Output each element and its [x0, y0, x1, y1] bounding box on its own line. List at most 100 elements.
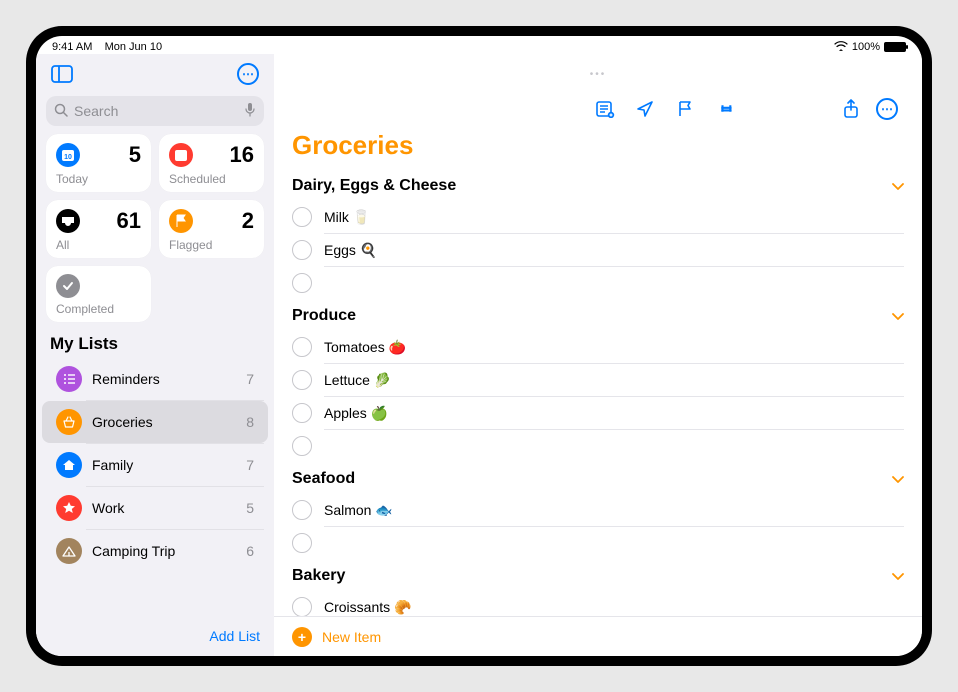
list-item-label: Reminders [92, 371, 160, 387]
screen: 9:41 AM Mon Jun 10 100% [36, 36, 922, 656]
reminder-title: Croissants 🥐 [324, 599, 411, 616]
list-item-label: Work [92, 500, 124, 516]
reminder-title: Eggs 🍳 [324, 242, 377, 259]
home-icon [56, 452, 82, 478]
section-header[interactable]: Produce [292, 299, 904, 331]
search-placeholder: Search [74, 103, 118, 119]
main-more-button[interactable]: ⋯ [876, 98, 898, 120]
flag-button[interactable] [674, 98, 696, 120]
chevron-down-icon[interactable] [892, 178, 904, 194]
star-icon [56, 495, 82, 521]
basket-icon [56, 409, 82, 435]
smart-flagged-label: Flagged [169, 238, 254, 252]
reminder-row[interactable] [292, 527, 904, 559]
reminder-title: Tomatoes 🍅 [324, 339, 406, 356]
smart-scheduled[interactable]: 16 Scheduled [159, 134, 264, 192]
sections-container: Dairy, Eggs & Cheese Milk 🥛 Eggs 🍳 Produce T… [274, 169, 922, 616]
reminder-row[interactable]: Eggs 🍳 [292, 234, 904, 266]
main-top: ••• [274, 54, 922, 92]
reminder-row[interactable]: Tomatoes 🍅 [292, 331, 904, 363]
status-right: 100% [834, 41, 906, 54]
complete-toggle[interactable] [292, 337, 312, 357]
complete-toggle[interactable] [292, 370, 312, 390]
wifi-icon [834, 41, 848, 54]
list-item-camping[interactable]: Camping Trip 6 [42, 530, 268, 572]
reminder-title: Milk 🥛 [324, 209, 370, 226]
status-time: 9:41 AM [52, 41, 92, 53]
smart-today[interactable]: 10 5 Today [46, 134, 151, 192]
new-item-button[interactable]: + New Item [274, 616, 922, 656]
sidebar-toggle-button[interactable] [48, 60, 76, 88]
list-item-family[interactable]: Family 7 [42, 444, 268, 486]
list-item-count: 7 [246, 457, 254, 473]
smart-completed-label: Completed [56, 302, 141, 316]
list-item-work[interactable]: Work 5 [42, 487, 268, 529]
reminder-row[interactable]: Milk 🥛 [292, 201, 904, 233]
search-input[interactable]: Search [46, 96, 264, 126]
template-button[interactable] [594, 98, 616, 120]
smart-lists-grid: 10 5 Today 16 Scheduled [36, 134, 274, 322]
reminder-row[interactable]: Salmon 🐟 [292, 494, 904, 526]
list-item-label: Family [92, 457, 133, 473]
complete-toggle[interactable] [292, 240, 312, 260]
share-button[interactable] [840, 98, 862, 120]
smart-flagged-count: 2 [242, 208, 254, 234]
list-item-count: 6 [246, 543, 254, 559]
section-title: Produce [292, 307, 356, 325]
complete-toggle[interactable] [292, 207, 312, 227]
smart-today-label: Today [56, 172, 141, 186]
smart-scheduled-count: 16 [230, 142, 254, 168]
complete-toggle[interactable] [292, 533, 312, 553]
list-item-groceries[interactable]: Groceries 8 [42, 401, 268, 443]
reminder-title: Salmon 🐟 [324, 502, 393, 519]
calendar-icon [169, 143, 193, 167]
chevron-down-icon[interactable] [892, 471, 904, 487]
complete-toggle[interactable] [292, 403, 312, 423]
more-button[interactable]: ⋯ [234, 60, 262, 88]
sidebar: ⋯ Search 10 [36, 54, 274, 656]
smart-flagged[interactable]: 2 Flagged [159, 200, 264, 258]
section-title: Seafood [292, 470, 355, 488]
main-toolbar: ⋯ [274, 92, 922, 126]
smart-all-count: 61 [117, 208, 141, 234]
plus-icon: + [292, 627, 312, 647]
smart-today-count: 5 [129, 142, 141, 168]
section-header[interactable]: Bakery [292, 559, 904, 591]
list-item-count: 5 [246, 500, 254, 516]
reminder-row[interactable]: Apples 🍏 [292, 397, 904, 429]
add-list-button[interactable]: Add List [36, 616, 274, 656]
reminder-row[interactable] [292, 430, 904, 462]
reminder-row[interactable]: Lettuce 🥬 [292, 364, 904, 396]
reminder-row[interactable] [292, 267, 904, 299]
smart-scheduled-label: Scheduled [169, 172, 254, 186]
section-header[interactable]: Dairy, Eggs & Cheese [292, 169, 904, 201]
tag-button[interactable] [714, 98, 736, 120]
status-date: Mon Jun 10 [105, 41, 162, 53]
mic-icon[interactable] [244, 102, 256, 121]
tent-icon [56, 538, 82, 564]
smart-all-label: All [56, 238, 141, 252]
section-header[interactable]: Seafood [292, 462, 904, 494]
reminder-row[interactable]: Croissants 🥐 [292, 591, 904, 616]
complete-toggle[interactable] [292, 273, 312, 293]
complete-toggle[interactable] [292, 436, 312, 456]
multitask-grabber[interactable]: ••• [590, 69, 607, 80]
battery-icon [884, 42, 906, 52]
complete-toggle[interactable] [292, 597, 312, 616]
flag-icon [169, 209, 193, 233]
section-title: Dairy, Eggs & Cheese [292, 177, 456, 195]
list-item-count: 7 [246, 371, 254, 387]
complete-toggle[interactable] [292, 500, 312, 520]
my-lists: Reminders 7 Groceries 8 [36, 358, 274, 616]
chevron-down-icon[interactable] [892, 308, 904, 324]
list-item-label: Groceries [92, 414, 153, 430]
chevron-down-icon[interactable] [892, 568, 904, 584]
new-item-label: New Item [322, 629, 381, 645]
list-item-reminders[interactable]: Reminders 7 [42, 358, 268, 400]
list-title: Groceries [274, 126, 922, 169]
reminder-title: Lettuce 🥬 [324, 372, 391, 389]
content: ⋯ Search 10 [36, 54, 922, 656]
smart-all[interactable]: 61 All [46, 200, 151, 258]
location-button[interactable] [634, 98, 656, 120]
smart-completed[interactable]: Completed [46, 266, 151, 322]
